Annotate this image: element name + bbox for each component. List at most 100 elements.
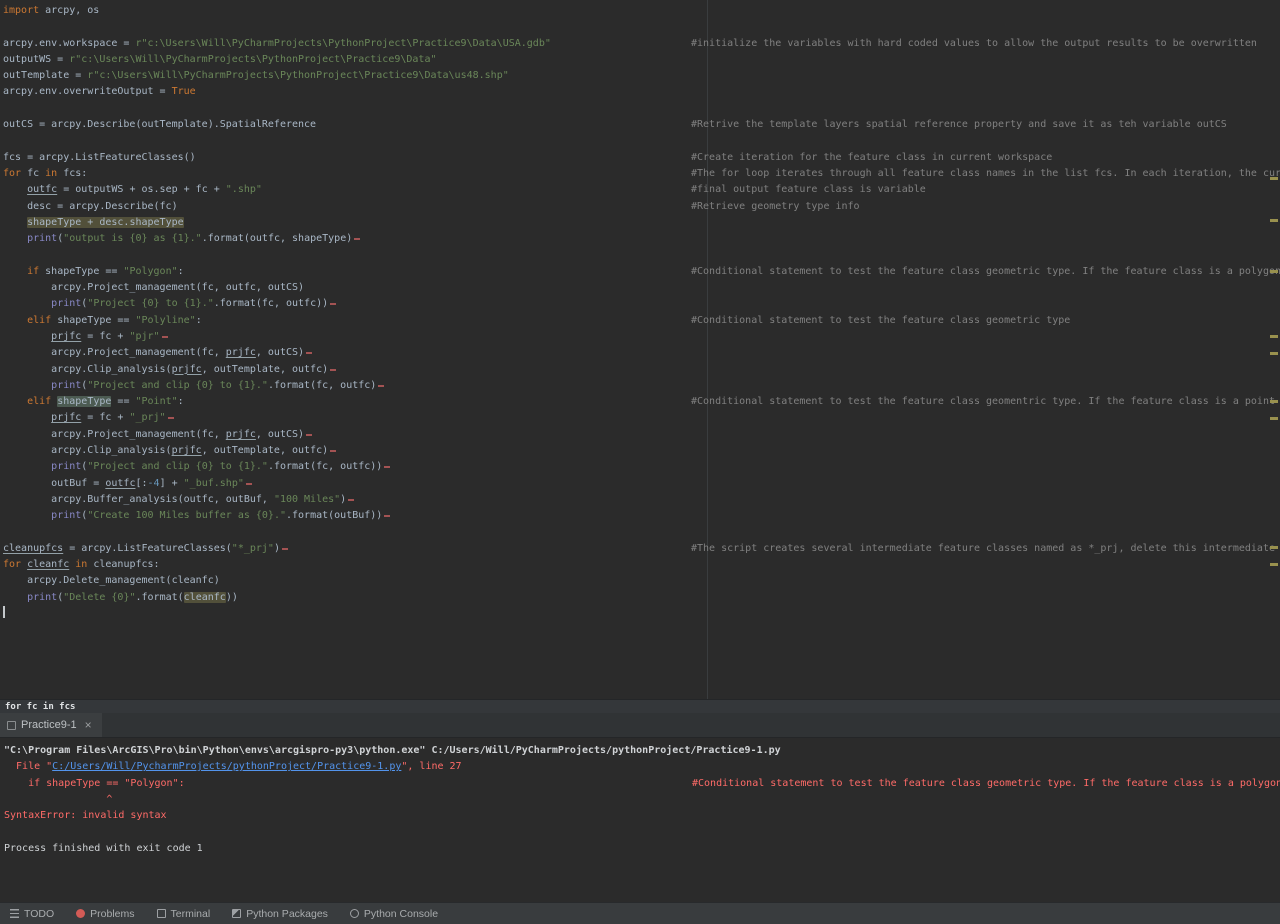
line-text: elif shapeType == "Polyline": — [3, 315, 202, 326]
error-squiggle-mark — [167, 417, 174, 420]
code-line[interactable]: arcpy.env.overwriteOutput = True — [3, 84, 1280, 100]
code-line[interactable]: if shapeType == "Polygon": #Conditional s… — [3, 264, 1280, 280]
code-line[interactable]: print("Project and clip {0} to {1}.".for… — [3, 378, 1280, 394]
code-token: arcpy.Delete_management(cleanfc) — [3, 575, 220, 587]
code-token: cleanfc — [183, 591, 226, 603]
code-line[interactable]: print("Project and clip {0} to {1}.".for… — [3, 459, 1280, 475]
error-stripe-mark[interactable] — [1270, 270, 1278, 273]
code-line[interactable]: outputWS = r"c:\Users\Will\PyCharmProjec… — [3, 52, 1280, 68]
statusbar-item-python-console[interactable]: Python Console — [349, 908, 438, 920]
code-line[interactable]: arcpy.Project_management(fc, prjfc, outC… — [3, 345, 1280, 361]
console-file-link[interactable]: C:/Users/Will/PycharmProjects/pythonProj… — [52, 761, 401, 772]
code-token: arcpy.Project_management(fc, outfc, outC… — [3, 282, 305, 294]
code-token: r"c:\Users\Will\PyCharmProjects\PythonPr… — [87, 70, 509, 82]
code-line[interactable]: elif shapeType == "Point": #Conditional s… — [3, 394, 1280, 410]
statusbar-item-python-packages[interactable]: Python Packages — [232, 908, 328, 920]
error-stripe-mark[interactable] — [1270, 177, 1278, 180]
code-line[interactable]: print("Project {0} to {1}.".format(fc, o… — [3, 296, 1280, 312]
code-line[interactable]: arcpy.Project_management(fc, prjfc, outC… — [3, 427, 1280, 443]
error-squiggle-mark — [306, 352, 313, 355]
error-stripe — [1268, 0, 1280, 699]
console-line: Process finished with exit code 1 — [4, 841, 1280, 857]
line-text: arcpy.Project_management(fc, prjfc, outC… — [3, 347, 304, 358]
code-token: , outTemplate, outfc) — [201, 363, 329, 375]
console-line: File "C:/Users/Will/PycharmProjects/pyth… — [4, 759, 1280, 775]
code-line[interactable]: print("output is {0} as {1}.".format(out… — [3, 231, 1280, 247]
statusbar-item-label: Terminal — [170, 907, 211, 920]
run-console[interactable]: "C:\Program Files\ArcGIS\Pro\bin\Python\… — [0, 738, 1280, 902]
error-stripe-mark[interactable] — [1270, 400, 1278, 403]
context-breadcrumb-bar[interactable]: for fc in fcs — [0, 699, 1280, 713]
error-squiggle-mark — [354, 238, 361, 241]
statusbar-item-label: Problems — [90, 907, 135, 920]
code-line[interactable]: elif shapeType == "Polyline": #Conditiona… — [3, 313, 1280, 329]
tab-close-icon[interactable]: × — [85, 719, 92, 731]
statusbar-item-todo[interactable]: TODO — [10, 908, 54, 920]
code-token: "Delete {0}" — [63, 591, 136, 603]
error-stripe-mark[interactable] — [1270, 335, 1278, 338]
text-caret — [3, 605, 5, 618]
line-text: "C:\Program Files\ArcGIS\Pro\bin\Python\… — [4, 745, 781, 756]
code-line[interactable]: desc = arcpy.Describe(fc) #Retrieve geome… — [3, 199, 1280, 215]
code-token: outputWS = — [3, 53, 70, 65]
code-line[interactable]: outTemplate = r"c:\Users\Will\PyCharmPro… — [3, 68, 1280, 84]
code-line[interactable]: arcpy.Clip_analysis(prjfc, outTemplate, … — [3, 443, 1280, 459]
code-line[interactable]: cleanupfcs = arcpy.ListFeatureClasses("*… — [3, 541, 1280, 557]
error-stripe-mark[interactable] — [1270, 563, 1278, 566]
code-token: cleanupfcs: — [87, 559, 160, 571]
inline-comment: #initialize the variables with hard code… — [691, 37, 1257, 49]
error-stripe-mark[interactable] — [1270, 352, 1278, 355]
line-text: arcpy.Buffer_analysis(outfc, outBuf, "10… — [3, 494, 346, 505]
code-line[interactable]: arcpy.Delete_management(cleanfc) — [3, 573, 1280, 589]
error-squiggle-mark — [306, 433, 313, 436]
code-line[interactable] — [3, 605, 1280, 622]
line-text: shapeType + desc.shapeType — [3, 216, 184, 228]
error-stripe-mark[interactable] — [1270, 219, 1278, 222]
code-line[interactable]: arcpy.env.workspace = r"c:\Users\Will\Py… — [3, 36, 1280, 52]
line-text: print("Project and clip {0} to {1}.".for… — [3, 461, 382, 472]
context-line-text: for fc in fcs — [5, 701, 76, 712]
inline-comment: #Conditional statement to test the featu… — [691, 396, 1280, 408]
line-text: import arcpy, os — [3, 5, 99, 16]
code-line[interactable]: outCS = arcpy.Describe(outTemplate).Spat… — [3, 117, 1280, 133]
code-line[interactable]: import arcpy, os — [3, 3, 1280, 19]
code-token: r"c:\Users\Will\PyCharmProjects\PythonPr… — [135, 37, 551, 49]
statusbar-item-problems[interactable]: Problems — [76, 907, 135, 920]
code-line[interactable]: prjfc = fc + "pjr" — [3, 329, 1280, 345]
code-token: "Create 100 Miles buffer as {0}." — [87, 510, 286, 522]
line-text: arcpy.Clip_analysis(prjfc, outTemplate, … — [3, 445, 328, 456]
code-line[interactable] — [3, 101, 1280, 117]
code-line[interactable] — [3, 133, 1280, 149]
code-token: in — [75, 559, 88, 571]
code-line[interactable]: for fc in fcs: #The for loop iterates thr… — [3, 166, 1280, 182]
error-squiggle-mark — [348, 498, 355, 501]
code-token: .format(fc, outfc) — [267, 379, 377, 391]
code-editor[interactable]: import arcpy, os arcpy.env.workspace = r"… — [0, 0, 1280, 699]
code-line[interactable] — [3, 525, 1280, 541]
code-line[interactable] — [3, 19, 1280, 35]
code-line[interactable]: prjfc = fc + "_prj" — [3, 410, 1280, 426]
code-line[interactable] — [3, 247, 1280, 263]
code-line[interactable]: arcpy.Buffer_analysis(outfc, outBuf, "10… — [3, 492, 1280, 508]
error-stripe-mark[interactable] — [1270, 546, 1278, 549]
code-line[interactable]: print("Create 100 Miles buffer as {0}.".… — [3, 508, 1280, 524]
statusbar-item-terminal[interactable]: Terminal — [156, 907, 211, 920]
error-stripe-mark[interactable] — [1270, 417, 1278, 420]
code-line[interactable]: arcpy.Project_management(fc, outfc, outC… — [3, 280, 1280, 296]
code-line[interactable]: arcpy.Clip_analysis(prjfc, outTemplate, … — [3, 362, 1280, 378]
code-line[interactable]: shapeType + desc.shapeType — [3, 215, 1280, 231]
code-token: .format(fc, outfc)) — [267, 461, 383, 473]
code-token: desc = arcpy.Describe(fc) — [3, 200, 178, 212]
code-line[interactable]: outBuf = outfc[:-4] + "_buf.shp" — [3, 476, 1280, 492]
run-tab-practice9-1[interactable]: Practice9-1 × — [0, 713, 102, 737]
code-line[interactable]: print("Delete {0}".format(cleanfc)) — [3, 590, 1280, 606]
code-line[interactable]: outfc = outputWS + os.sep + fc + ".shp" #… — [3, 182, 1280, 198]
code-line[interactable]: fcs = arcpy.ListFeatureClasses() #Create … — [3, 150, 1280, 166]
console-line: "C:\Program Files\ArcGIS\Pro\bin\Python\… — [4, 743, 1280, 759]
code-token: ) — [340, 493, 347, 505]
code-line[interactable]: for cleanfc in cleanupfcs: — [3, 557, 1280, 573]
code-token: outTemplate = — [3, 70, 88, 82]
